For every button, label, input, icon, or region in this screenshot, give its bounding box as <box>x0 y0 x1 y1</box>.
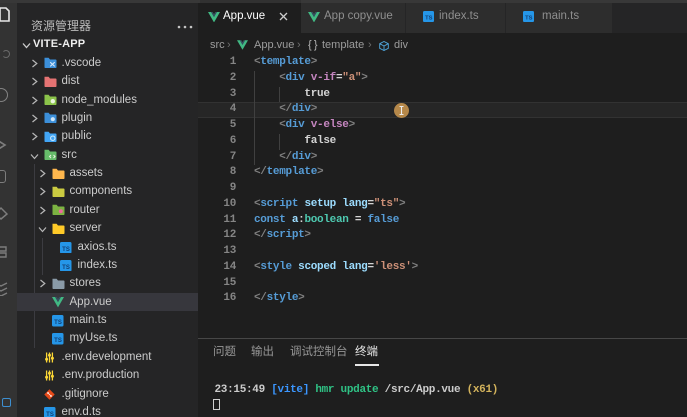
svg-text:TS: TS <box>525 16 532 22</box>
svg-text:TS: TS <box>62 247 70 253</box>
svg-text:TS: TS <box>425 16 432 22</box>
svg-text:TS: TS <box>54 320 62 326</box>
svg-text:TS: TS <box>54 338 62 344</box>
svg-text:TS: TS <box>46 412 54 417</box>
svg-text:TS: TS <box>62 265 70 271</box>
